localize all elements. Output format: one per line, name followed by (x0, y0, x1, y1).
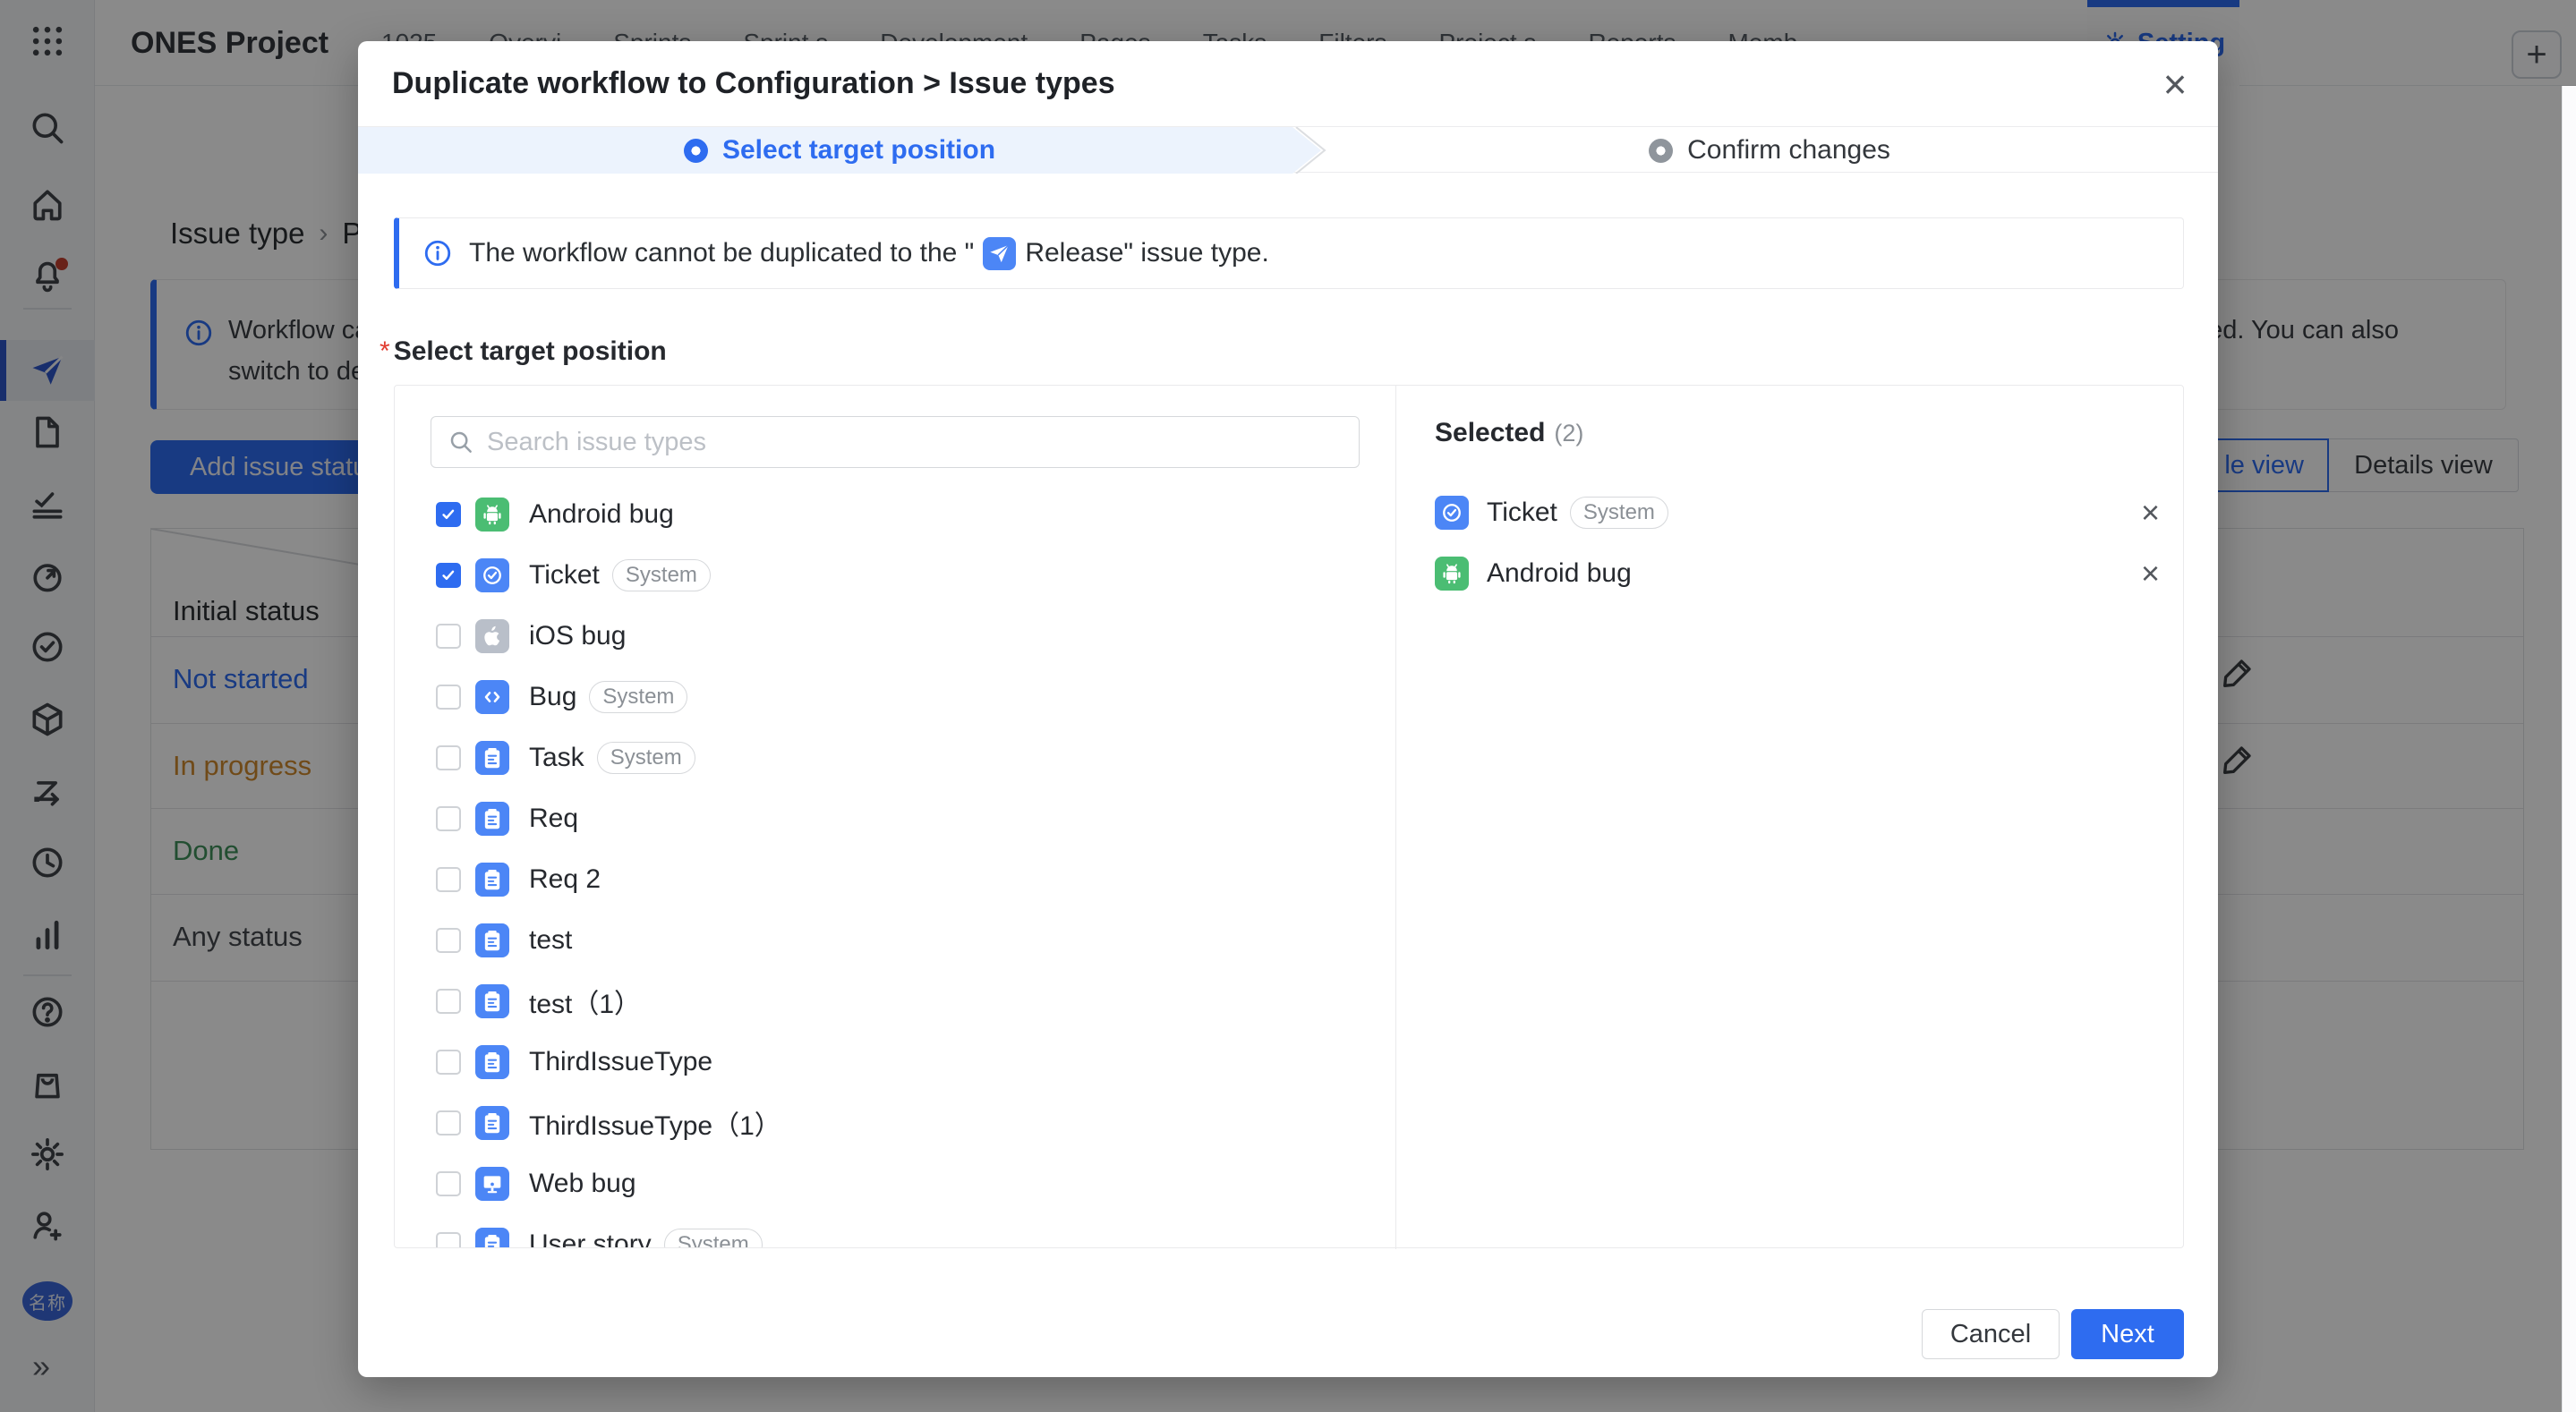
list-item[interactable]: Req (395, 788, 1395, 849)
step-dot-inactive (1649, 138, 1674, 163)
system-badge: System (611, 558, 711, 592)
select-target-position-label: * Select target position (380, 336, 667, 366)
issue-type-label: iOS bug (529, 621, 627, 651)
issue-type-label: Ticket (529, 560, 600, 590)
issue-type-label: Android bug (529, 499, 674, 529)
search-input[interactable] (487, 427, 1343, 457)
step-confirm-changes[interactable]: Confirm changes (1321, 127, 2218, 174)
selected-item: Android bug × (1435, 543, 2160, 604)
checkbox-unchecked[interactable] (436, 1110, 461, 1136)
selected-item-label: Android bug (1487, 558, 1632, 588)
issue-type-label: ThirdIssueType（1） (529, 1111, 781, 1141)
issue-type-label: Bug (529, 682, 577, 711)
search-issue-types-box (431, 416, 1360, 468)
duplicate-workflow-dialog: Duplicate workflow to Configuration > Is… (358, 41, 2218, 1377)
dialog-title: Duplicate workflow to Configuration > Is… (392, 66, 1115, 100)
ticket-icon (475, 558, 509, 592)
checkbox-unchecked[interactable] (436, 1050, 461, 1075)
selected-item: Ticket System × (1435, 482, 2160, 543)
android-icon (475, 498, 509, 532)
list-item[interactable]: Req 2 (395, 849, 1395, 910)
modal-info-alert: The workflow cannot be duplicated to the… (394, 217, 2184, 289)
clipboard-icon (475, 863, 509, 897)
step-label: Confirm changes (1687, 135, 1890, 165)
web-monitor-icon (475, 1167, 509, 1201)
checkbox-unchecked[interactable] (436, 928, 461, 953)
issue-type-label: Web bug (529, 1169, 636, 1198)
system-badge: System (663, 1228, 763, 1247)
system-badge: System (1569, 496, 1668, 530)
issue-type-label: Req (529, 804, 579, 833)
info-icon (424, 240, 451, 267)
list-item[interactable]: iOS bug (395, 606, 1395, 667)
code-bug-icon (475, 680, 509, 714)
issue-type-label: test（1） (529, 990, 642, 1019)
clipboard-icon (475, 741, 509, 775)
issue-type-list: Android bug Ticket System iOS bug Bug Sy… (395, 484, 1395, 1247)
search-icon (450, 431, 472, 453)
selected-list: Ticket System × Android bug × (1435, 482, 2160, 604)
list-item[interactable]: test（1） (395, 971, 1395, 1032)
clipboard-icon (475, 1106, 509, 1140)
checkbox-unchecked[interactable] (436, 867, 461, 892)
checkbox-unchecked[interactable] (436, 624, 461, 649)
list-item[interactable]: Android bug (395, 484, 1395, 545)
list-item[interactable]: Bug System (395, 667, 1395, 727)
list-item[interactable]: Task System (395, 727, 1395, 788)
clipboard-icon (475, 1228, 509, 1247)
close-icon[interactable]: × (2150, 59, 2200, 109)
selected-item-label: Ticket (1487, 498, 1557, 527)
issue-type-label: ThirdIssueType (529, 1047, 713, 1076)
required-asterisk: * (380, 336, 390, 366)
alert-release-name: Release (1025, 238, 1124, 268)
list-item[interactable]: test (395, 910, 1395, 971)
remove-selected-icon[interactable]: × (2141, 557, 2160, 590)
issue-type-label: Task (529, 743, 584, 772)
system-badge: System (589, 680, 688, 714)
checkbox-unchecked[interactable] (436, 1171, 461, 1196)
issue-type-label: test (529, 925, 573, 955)
step-dot-active (683, 138, 708, 163)
step-select-target-position[interactable]: Select target position (358, 127, 1321, 174)
checkbox-unchecked[interactable] (436, 989, 461, 1014)
issue-type-label: User story (529, 1229, 652, 1247)
android-icon (1435, 557, 1469, 591)
clipboard-icon (475, 1045, 509, 1079)
checkbox-checked[interactable] (436, 502, 461, 527)
list-item[interactable]: ThirdIssueType（1） (395, 1093, 1395, 1153)
list-item[interactable]: ThirdIssueType (395, 1032, 1395, 1093)
release-issue-type-icon (983, 236, 1017, 270)
clipboard-icon (475, 923, 509, 957)
selected-header: Selected (2) (1435, 418, 1584, 447)
system-badge: System (596, 741, 695, 775)
stepper: Select target position Confirm changes (358, 126, 2218, 174)
alert-text-post: " issue type. (1123, 238, 1269, 268)
page-scrollbar[interactable] (2562, 86, 2576, 1412)
clipboard-icon (475, 984, 509, 1018)
apple-icon (475, 619, 509, 653)
list-item[interactable]: User story System (395, 1214, 1395, 1247)
next-button[interactable]: Next (2071, 1309, 2184, 1359)
issue-type-label: Req 2 (529, 864, 601, 894)
target-position-picker: Android bug Ticket System iOS bug Bug Sy… (394, 385, 2184, 1249)
clipboard-icon (475, 802, 509, 836)
cancel-button[interactable]: Cancel (1922, 1309, 2060, 1359)
checkbox-unchecked[interactable] (436, 745, 461, 770)
list-item[interactable]: Web bug (395, 1153, 1395, 1214)
remove-selected-icon[interactable]: × (2141, 497, 2160, 529)
ticket-icon (1435, 496, 1469, 530)
checkbox-unchecked[interactable] (436, 1232, 461, 1247)
list-item[interactable]: Ticket System (395, 545, 1395, 606)
checkbox-unchecked[interactable] (436, 685, 461, 710)
panel-divider (1395, 386, 1396, 1249)
alert-text-pre: The workflow cannot be duplicated to the… (469, 238, 975, 268)
selected-count: (2) (1554, 420, 1584, 447)
step-label: Select target position (721, 135, 996, 165)
checkbox-unchecked[interactable] (436, 806, 461, 831)
checkbox-checked[interactable] (436, 563, 461, 588)
